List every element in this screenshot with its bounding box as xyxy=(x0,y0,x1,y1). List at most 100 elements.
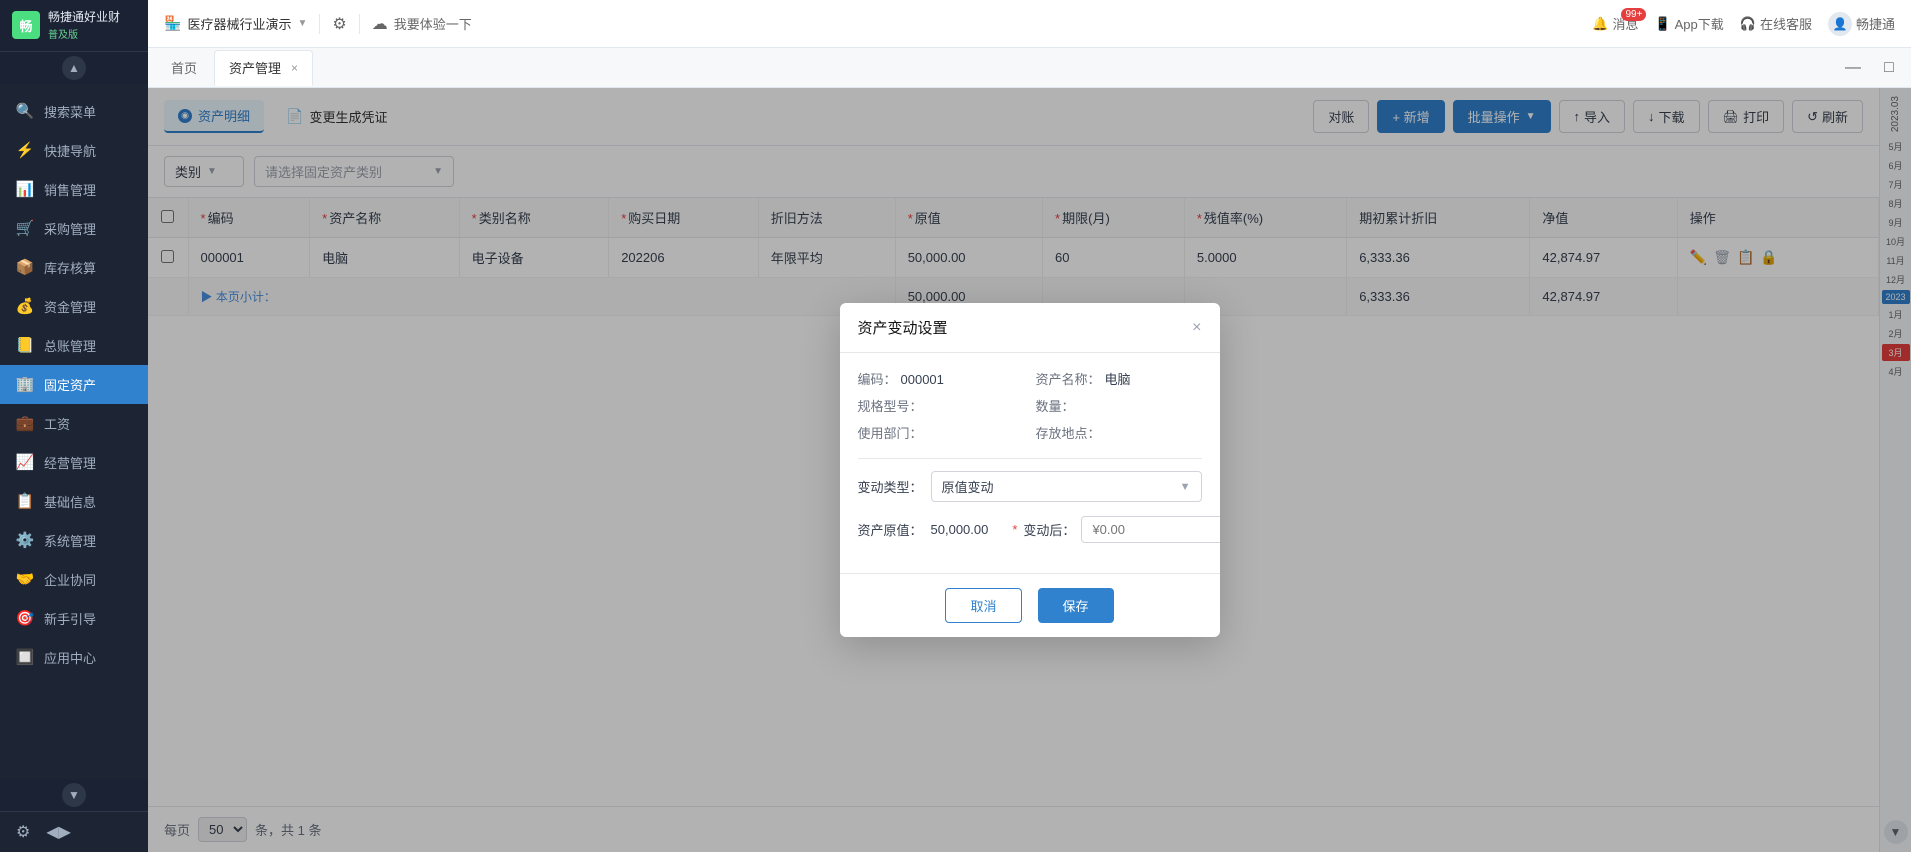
avatar: 👤 xyxy=(1828,12,1852,36)
app-download-label: App下载 xyxy=(1675,14,1724,33)
sidebar-scroll-down[interactable]: ▼ xyxy=(62,783,86,807)
sidebar-item-label: 工资 xyxy=(44,414,70,433)
sidebar-item-system[interactable]: ⚙️ 系统管理 xyxy=(0,521,148,560)
headset-icon: 🎧 xyxy=(1740,16,1756,32)
ops-icon: 📈 xyxy=(16,453,34,471)
notifications-badge: 99+ xyxy=(1621,8,1646,21)
app-edition: 普及版 xyxy=(48,26,120,41)
modal-close-button[interactable]: × xyxy=(1192,319,1201,337)
sidebar-footer: ⚙ ◀▶ xyxy=(0,811,148,852)
bell-icon: 🔔 xyxy=(1592,16,1608,32)
notifications-button[interactable]: 🔔 消息 99+ xyxy=(1592,14,1638,33)
sidebar-item-ledger[interactable]: 📒 总账管理 xyxy=(0,326,148,365)
sales-icon: 📊 xyxy=(16,180,34,198)
quicknav-icon: ⚡ xyxy=(16,141,34,159)
topbar: 🏪 医疗器械行业演示 ▼ ⚙ ☁ 我要体验一下 🔔 消息 99+ 📱 App下载… xyxy=(148,0,1911,48)
sidebar-item-fixed[interactable]: 🏢 固定资产 xyxy=(0,365,148,404)
after-value-input[interactable] xyxy=(1081,516,1219,543)
asset-name-value: 电脑 xyxy=(1105,369,1131,388)
sidebar-collapse-icon[interactable]: ◀▶ xyxy=(46,822,71,842)
app-logo: 畅 xyxy=(12,11,40,39)
cancel-button[interactable]: 取消 xyxy=(945,588,1021,623)
sidebar-item-purchase[interactable]: 🛒 采购管理 xyxy=(0,209,148,248)
code-label: 编码： xyxy=(858,369,897,388)
experience-button[interactable]: ☁ 我要体验一下 xyxy=(372,14,472,34)
modal-quantity-item: 数量： xyxy=(1036,396,1202,415)
asset-value-field: 资产原值： 50,000.00 * 变动后： xyxy=(858,516,1202,543)
sidebar-item-inventory[interactable]: 📦 库存核算 xyxy=(0,248,148,287)
content-area: ◉ 资产明细 📄 变更生成凭证 对账 + 新增 批量操作 ▼ xyxy=(148,88,1911,852)
sidebar-item-search[interactable]: 🔍 搜索菜单 xyxy=(0,92,148,131)
company-icon: 🏪 xyxy=(164,15,181,32)
asset-value-label: 资产原值： xyxy=(858,520,923,539)
required-star: * xyxy=(1012,522,1017,537)
asset-name-label: 资产名称： xyxy=(1036,369,1101,388)
change-type-select[interactable]: 原值变动 ▼ xyxy=(931,471,1202,502)
sidebar-item-label: 新手引导 xyxy=(44,609,96,628)
sidebar-item-label: 经营管理 xyxy=(44,453,96,472)
tab-maximize-button[interactable]: □ xyxy=(1875,54,1903,82)
topbar-settings-button[interactable]: ⚙ xyxy=(332,14,346,34)
payroll-icon: 💼 xyxy=(16,414,34,432)
sidebar-item-label: 应用中心 xyxy=(44,648,96,667)
sidebar: 畅 畅捷通好业财 普及版 ▲ 🔍 搜索菜单 ⚡ 快捷导航 📊 销售管理 🛒 采购… xyxy=(0,0,148,852)
settings-icon[interactable]: ⚙ xyxy=(16,822,30,842)
service-button[interactable]: 🎧 在线客服 xyxy=(1740,14,1812,33)
company-selector[interactable]: 🏪 医疗器械行业演示 ▼ xyxy=(164,14,307,33)
sidebar-item-label: 系统管理 xyxy=(44,531,96,550)
code-value: 000001 xyxy=(901,372,944,387)
sidebar-scroll-up[interactable]: ▲ xyxy=(62,56,86,80)
dept-label: 使用部门： xyxy=(858,423,923,442)
sidebar-item-basic[interactable]: 📋 基础信息 xyxy=(0,482,148,521)
modal-footer: 取消 保存 xyxy=(840,573,1220,637)
username-label: 畅捷通 xyxy=(1856,14,1895,33)
quantity-label: 数量： xyxy=(1036,396,1075,415)
sidebar-header: 畅 畅捷通好业财 普及版 xyxy=(0,0,148,52)
tabbar: 首页 资产管理 × — □ xyxy=(148,48,1911,88)
main-area: 🏪 医疗器械行业演示 ▼ ⚙ ☁ 我要体验一下 🔔 消息 99+ 📱 App下载… xyxy=(148,0,1911,852)
after-label: 变动后： xyxy=(1023,520,1075,539)
sidebar-item-payroll[interactable]: 💼 工资 xyxy=(0,404,148,443)
company-name: 医疗器械行业演示 xyxy=(187,14,291,33)
tab-close-icon[interactable]: × xyxy=(291,61,298,75)
sidebar-item-quicknav[interactable]: ⚡ 快捷导航 xyxy=(0,131,148,170)
collab-icon: 🤝 xyxy=(16,570,34,588)
change-type-arrow: ▼ xyxy=(1180,481,1191,493)
ledger-icon: 📒 xyxy=(16,336,34,354)
tab-asset-mgmt-label: 资产管理 xyxy=(229,58,281,77)
phone-icon: 📱 xyxy=(1654,16,1670,32)
modal-code-item: 编码： 000001 xyxy=(858,369,1024,388)
modal-spec-item: 规格型号： xyxy=(858,396,1024,415)
sidebar-item-finance[interactable]: 💰 资金管理 xyxy=(0,287,148,326)
sidebar-item-sales[interactable]: 📊 销售管理 xyxy=(0,170,148,209)
app-download-button[interactable]: 📱 App下载 xyxy=(1654,14,1723,33)
sidebar-item-ops[interactable]: 📈 经营管理 xyxy=(0,443,148,482)
user-menu[interactable]: 👤 畅捷通 xyxy=(1828,12,1895,36)
sidebar-item-label: 快捷导航 xyxy=(44,141,96,160)
location-label: 存放地点： xyxy=(1036,423,1101,442)
modal-dept-item: 使用部门： xyxy=(858,423,1024,442)
tabbar-controls: — □ xyxy=(1839,54,1911,82)
sidebar-item-guide[interactable]: 🎯 新手引导 xyxy=(0,599,148,638)
save-button[interactable]: 保存 xyxy=(1038,588,1114,623)
tab-home[interactable]: 首页 xyxy=(156,50,212,86)
sidebar-item-label: 企业协同 xyxy=(44,570,96,589)
search-icon: 🔍 xyxy=(16,102,34,120)
tab-asset-mgmt[interactable]: 资产管理 × xyxy=(214,50,313,86)
sidebar-item-collab[interactable]: 🤝 企业协同 xyxy=(0,560,148,599)
sidebar-item-appstore[interactable]: 🔲 应用中心 xyxy=(0,638,148,677)
topbar-divider-1 xyxy=(319,14,320,34)
experience-label: 我要体验一下 xyxy=(394,14,472,33)
guide-icon: 🎯 xyxy=(16,609,34,627)
asset-change-modal: 资产变动设置 × 编码： 000001 资产名称： 电脑 xyxy=(840,303,1220,637)
asset-value-value: 50,000.00 xyxy=(931,522,989,537)
purchase-icon: 🛒 xyxy=(16,219,34,237)
system-icon: ⚙️ xyxy=(16,531,34,549)
app-title: 畅捷通好业财 xyxy=(48,10,120,26)
experience-icon: ☁ xyxy=(372,14,388,34)
change-type-value: 原值变动 xyxy=(942,477,994,496)
tab-minimize-button[interactable]: — xyxy=(1839,54,1867,82)
modal-info-grid: 编码： 000001 资产名称： 电脑 规格型号： 数量： xyxy=(858,369,1202,442)
sidebar-item-label: 固定资产 xyxy=(44,375,96,394)
sidebar-item-label: 基础信息 xyxy=(44,492,96,511)
